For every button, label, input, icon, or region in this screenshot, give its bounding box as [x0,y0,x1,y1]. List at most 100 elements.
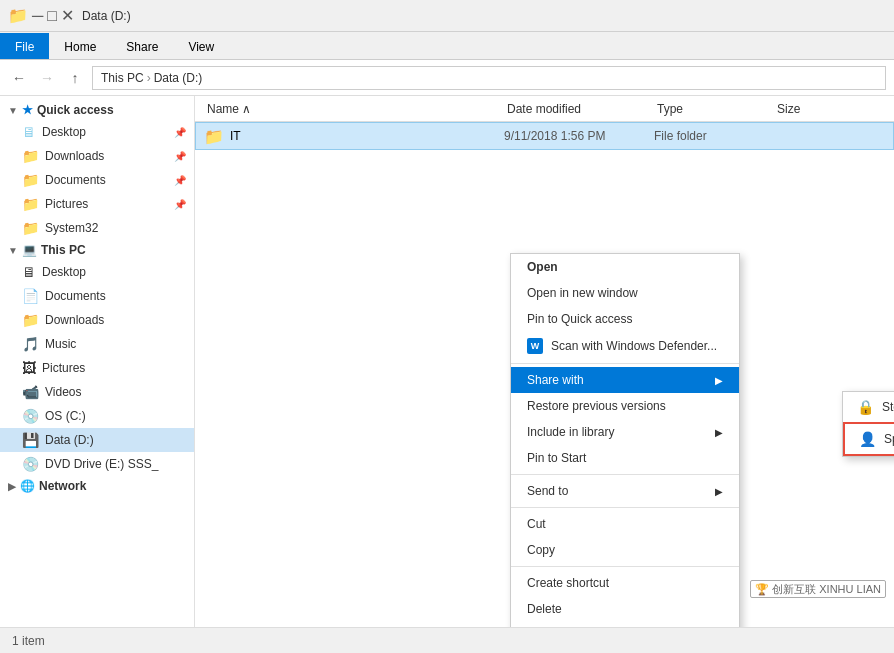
menu-item-scan-defender[interactable]: W Scan with Windows Defender... [511,332,739,360]
sidebar-item-downloads[interactable]: 📁 Downloads 📌 [0,144,194,168]
pin-icon: 📌 [174,175,186,186]
submenu-item-stop-sharing[interactable]: 🔒 Stop sharing [843,392,894,422]
menu-label: Include in library [527,425,614,439]
sidebar-item-system32[interactable]: 📁 System32 [0,216,194,240]
col-header-name[interactable]: Name ∧ [203,102,503,116]
path-drive: Data (D:) [154,71,203,85]
menu-item-share-with[interactable]: Share with ▶ [511,367,739,393]
submenu-arrow: ▶ [715,375,723,386]
sidebar-item-label: Downloads [45,149,104,163]
col-header-size[interactable]: Size [773,102,886,116]
people-icon: 👤 [859,431,876,447]
menu-item-create-shortcut[interactable]: Create shortcut [511,570,739,596]
app-icon: 📁 [8,6,28,25]
menu-label: Open in new window [527,286,638,300]
menu-label: Send to [527,484,568,498]
folder-icon: 🖥 [22,264,36,280]
context-menu: Open Open in new window Pin to Quick acc… [510,253,740,627]
watermark-icon: 🏆 创新互联 XINHU LIAN [750,580,886,598]
close-icon[interactable]: ✕ [61,6,74,25]
menu-item-open-new-window[interactable]: Open in new window [511,280,739,306]
separator [511,363,739,364]
sidebar-item-os-c[interactable]: 💿 OS (C:) [0,404,194,428]
quick-access-label: Quick access [37,103,114,117]
sidebar-item-pc-downloads[interactable]: 📁 Downloads [0,308,194,332]
sidebar-item-pc-documents[interactable]: 📄 Documents [0,284,194,308]
sidebar-item-label: Documents [45,173,106,187]
sidebar: ▼ ★ Quick access 🖥 Desktop 📌 📁 Downloads… [0,96,195,627]
file-date-it: 9/11/2018 1:56 PM [504,129,654,143]
menu-item-restore-versions[interactable]: Restore previous versions [511,393,739,419]
ribbon-tabs: File Home Share View [0,32,894,60]
sidebar-item-pc-pictures[interactable]: 🖼 Pictures [0,356,194,380]
minimize-icon[interactable]: ─ [32,7,43,25]
pin-icon: 📌 [174,199,186,210]
menu-label: Pin to Start [527,451,586,465]
up-button[interactable]: ↑ [64,67,86,89]
defender-icon: W [527,338,543,354]
folder-icon: 📹 [22,384,39,400]
sidebar-item-label: Music [45,337,76,351]
status-text: 1 item [12,634,45,648]
column-header-bar: Name ∧ Date modified Type Size [195,96,894,122]
menu-item-open[interactable]: Open [511,254,739,280]
menu-label: Delete [527,602,562,616]
menu-item-pin-start[interactable]: Pin to Start [511,445,739,471]
menu-item-copy[interactable]: Copy [511,537,739,563]
file-row-it[interactable]: 📁 IT 9/11/2018 1:56 PM File folder [195,122,894,150]
sidebar-section-network[interactable]: ▶ 🌐 Network [0,476,194,496]
menu-label: Cut [527,517,546,531]
drive-icon: 💿 [22,408,39,424]
expand-icon: ▶ [8,481,16,492]
tab-view[interactable]: View [173,33,229,59]
sidebar-item-pc-videos[interactable]: 📹 Videos [0,380,194,404]
folder-icon: 📁 [22,312,39,328]
menu-item-delete[interactable]: Delete [511,596,739,622]
col-header-date[interactable]: Date modified [503,102,653,116]
sidebar-item-label: Documents [45,289,106,303]
folder-icon: 📄 [22,288,39,304]
sidebar-item-label: System32 [45,221,98,235]
menu-item-cut[interactable]: Cut [511,511,739,537]
expand-icon: ▼ [8,105,18,116]
sidebar-item-desktop[interactable]: 🖥 Desktop 📌 [0,120,194,144]
sidebar-item-pc-music[interactable]: 🎵 Music [0,332,194,356]
separator [511,566,739,567]
address-bar: ← → ↑ This PC › Data (D:) [0,60,894,96]
menu-label: Restore previous versions [527,399,666,413]
menu-item-pin-quick[interactable]: Pin to Quick access [511,306,739,332]
sidebar-item-documents[interactable]: 📁 Documents 📌 [0,168,194,192]
maximize-icon[interactable]: □ [47,7,57,25]
title-bar-icons: 📁 ─ □ ✕ [8,6,74,25]
expand-icon: ▼ [8,245,18,256]
sidebar-section-this-pc[interactable]: ▼ 💻 This PC [0,240,194,260]
menu-item-rename[interactable]: Rename [511,622,739,627]
separator [511,474,739,475]
submenu-label: Stop sharing [882,400,894,414]
menu-item-send-to[interactable]: Send to ▶ [511,478,739,504]
tab-file[interactable]: File [0,33,49,59]
file-type-it: File folder [654,129,774,143]
status-bar: 1 item [0,627,894,653]
sidebar-item-data-d[interactable]: 💾 Data (D:) [0,428,194,452]
tab-share[interactable]: Share [111,33,173,59]
sidebar-item-label: Pictures [45,197,88,211]
title-bar: 📁 ─ □ ✕ Data (D:) [0,0,894,32]
col-header-type[interactable]: Type [653,102,773,116]
folder-icon: 📁 [22,148,39,164]
forward-button[interactable]: → [36,67,58,89]
sidebar-item-dvd-e[interactable]: 💿 DVD Drive (E:) SSS_ [0,452,194,476]
sidebar-item-label: Videos [45,385,81,399]
menu-label: Copy [527,543,555,557]
folder-icon: 📁 [22,172,39,188]
sidebar-item-pc-desktop[interactable]: 🖥 Desktop [0,260,194,284]
sidebar-item-pictures[interactable]: 📁 Pictures 📌 [0,192,194,216]
menu-item-include-library[interactable]: Include in library ▶ [511,419,739,445]
tab-home[interactable]: Home [49,33,111,59]
submenu-arrow: ▶ [715,486,723,497]
menu-label: Pin to Quick access [527,312,632,326]
address-path[interactable]: This PC › Data (D:) [92,66,886,90]
submenu-item-specific-people[interactable]: 👤 Specific people... [843,422,894,456]
back-button[interactable]: ← [8,67,30,89]
sidebar-section-quick-access[interactable]: ▼ ★ Quick access [0,100,194,120]
